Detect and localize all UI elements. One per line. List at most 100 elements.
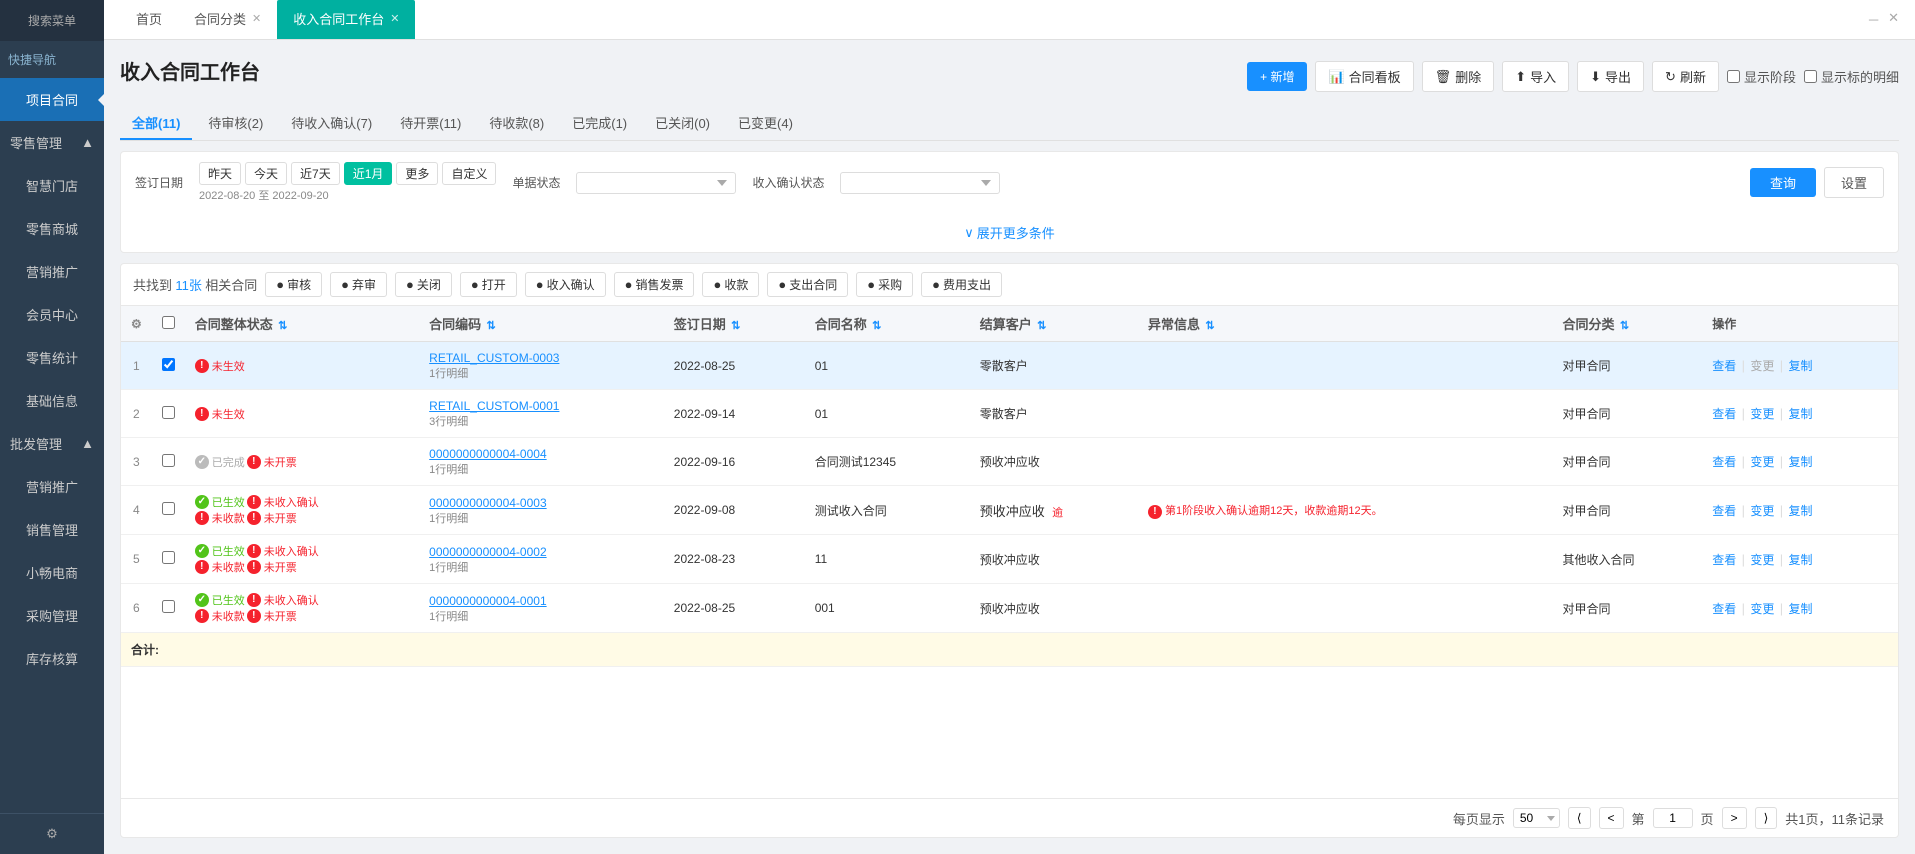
view-link[interactable]: 查看 — [1712, 455, 1736, 469]
contract-link[interactable]: 0000000000004-0003 — [429, 496, 546, 510]
status-tab-all[interactable]: 全部(11) — [120, 107, 192, 140]
delete-button[interactable]: 🗑 删除 — [1422, 61, 1495, 92]
show-fields-toggle[interactable]: 显示阶段 — [1727, 67, 1796, 86]
table-scroll[interactable]: ⚙ 合同整体状态 ⇅ 合同编码 ⇅ 签订日期 — [121, 306, 1898, 798]
row-checkbox-cell[interactable] — [152, 486, 185, 535]
sidebar-item-retail-stat[interactable]: 零售统计 — [0, 336, 104, 379]
change-link[interactable]: 变更 — [1750, 553, 1774, 567]
status-tab-pending-payment[interactable]: 待收款(8) — [477, 107, 556, 140]
last-page-btn[interactable]: ⟩ — [1755, 807, 1778, 829]
sidebar-item-sales-mgmt[interactable]: 销售管理 — [0, 508, 104, 551]
date-btn-custom[interactable]: 自定义 — [442, 162, 496, 185]
expense-contract-btn[interactable]: ● 支出合同 — [767, 272, 848, 297]
sort-error-info[interactable]: ⇅ — [1205, 320, 1214, 332]
export-button[interactable]: ⬇ 导出 — [1577, 61, 1644, 92]
view-link[interactable]: 查看 — [1712, 553, 1736, 567]
date-btn-1month[interactable]: 近1月 — [344, 162, 393, 185]
status-tab-completed[interactable]: 已完成(1) — [560, 107, 639, 140]
per-page-select[interactable]: 50 20 100 — [1513, 808, 1560, 828]
minimize-button[interactable]: － — [1867, 10, 1880, 29]
sidebar-nav[interactable]: 快捷导航 — [0, 41, 104, 78]
row-checkbox-cell[interactable] — [152, 535, 185, 584]
view-link[interactable]: 查看 — [1712, 504, 1736, 518]
change-link[interactable]: 变更 — [1750, 602, 1774, 616]
close-btn[interactable]: ● 关闭 — [395, 272, 452, 297]
date-btn-yesterday[interactable]: 昨天 — [199, 162, 241, 185]
contract-link[interactable]: RETAIL_CUSTOM-0003 — [429, 351, 559, 365]
sales-invoice-btn[interactable]: ● 销售发票 — [614, 272, 695, 297]
sidebar-item-project[interactable]: 项目合同 — [0, 78, 104, 121]
query-button[interactable]: 查询 — [1750, 168, 1816, 197]
sidebar-item-basic-info[interactable]: 基础信息 — [0, 379, 104, 422]
prev-page-btn[interactable]: < — [1599, 807, 1624, 829]
purchase-btn[interactable]: ● 采购 — [856, 272, 913, 297]
copy-link[interactable]: 复制 — [1788, 553, 1812, 567]
close-button[interactable]: ✕ — [1888, 10, 1899, 29]
sidebar-item-smart-store[interactable]: 智慧门店 — [0, 164, 104, 207]
table-settings-icon[interactable]: ⚙ — [121, 306, 152, 342]
income-confirm-select[interactable] — [840, 172, 1000, 194]
sidebar-item-wholesale-mgmt[interactable]: 批发管理 ▲ — [0, 422, 104, 465]
contract-link[interactable]: 0000000000004-0001 — [429, 594, 546, 608]
expand-more-btn[interactable]: ∨ 展开更多条件 — [964, 223, 1055, 242]
abandon-review-btn[interactable]: ● 弃审 — [330, 272, 387, 297]
doc-status-select[interactable] — [576, 172, 736, 194]
sort-sign-date[interactable]: ⇅ — [731, 320, 740, 332]
status-tab-pending-invoice[interactable]: 待开票(11) — [388, 107, 473, 140]
view-link[interactable]: 查看 — [1712, 407, 1736, 421]
sidebar-item-member[interactable]: 会员中心 — [0, 293, 104, 336]
next-page-btn[interactable]: > — [1722, 807, 1747, 829]
change-link[interactable]: 变更 — [1750, 504, 1774, 518]
tab-contract-cat-close[interactable]: ✕ — [252, 12, 261, 25]
status-tab-pending-review[interactable]: 待审核(2) — [196, 107, 275, 140]
select-all-checkbox[interactable] — [162, 316, 175, 329]
row-checkbox-cell[interactable] — [152, 342, 185, 390]
sidebar-item-purchase[interactable]: 采购管理 — [0, 594, 104, 637]
date-btn-more[interactable]: 更多 — [396, 162, 438, 185]
sidebar-item-retail-mall[interactable]: 零售商城 — [0, 207, 104, 250]
review-btn[interactable]: ● 审核 — [265, 272, 322, 297]
tab-income-workbench-close[interactable]: ✕ — [390, 12, 399, 25]
sort-contract-status[interactable]: ⇅ — [278, 320, 287, 332]
view-link[interactable]: 查看 — [1712, 359, 1736, 373]
sort-contract-name[interactable]: ⇅ — [872, 320, 881, 332]
sidebar-settings[interactable]: ⚙ — [0, 813, 104, 854]
status-tab-pending-confirm[interactable]: 待收入确认(7) — [279, 107, 384, 140]
status-tab-closed[interactable]: 已关闭(0) — [643, 107, 722, 140]
sidebar-item-retail-mgmt[interactable]: 零售管理 ▲ — [0, 121, 104, 164]
expense-out-btn[interactable]: ● 费用支出 — [921, 272, 1002, 297]
income-confirm-btn[interactable]: ● 收入确认 — [525, 272, 606, 297]
row-checkbox-cell[interactable] — [152, 584, 185, 633]
contract-board-button[interactable]: 📊 合同看板 — [1315, 61, 1413, 92]
tab-home[interactable]: 首页 — [120, 0, 178, 39]
tab-contract-cat[interactable]: 合同分类 ✕ — [178, 0, 277, 39]
sidebar-search[interactable]: 搜索菜单 — [0, 0, 104, 41]
sort-contract-code[interactable]: ⇅ — [487, 320, 496, 332]
row-checkbox-cell[interactable] — [152, 438, 185, 486]
sidebar-item-ecommerce[interactable]: 小畅电商 — [0, 551, 104, 594]
copy-link[interactable]: 复制 — [1788, 602, 1812, 616]
sidebar-item-marketing2[interactable]: 营销推广 — [0, 465, 104, 508]
import-button[interactable]: ⬆ 导入 — [1502, 61, 1569, 92]
sort-category[interactable]: ⇅ — [1620, 320, 1629, 332]
change-link[interactable]: 变更 — [1750, 455, 1774, 469]
date-btn-today[interactable]: 今天 — [245, 162, 287, 185]
sidebar-item-inventory[interactable]: 库存核算 — [0, 637, 104, 680]
header-checkbox-cell[interactable] — [152, 306, 185, 342]
date-btn-7days[interactable]: 近7天 — [291, 162, 340, 185]
sidebar-item-marketing[interactable]: 营销推广 — [0, 250, 104, 293]
payment-btn[interactable]: ● 收款 — [702, 272, 759, 297]
first-page-btn[interactable]: ⟨ — [1568, 807, 1591, 829]
status-tab-changed[interactable]: 已变更(4) — [726, 107, 805, 140]
contract-link[interactable]: 0000000000004-0004 — [429, 447, 546, 461]
row-checkbox-cell[interactable] — [152, 390, 185, 438]
show-detail-toggle[interactable]: 显示标的明细 — [1804, 67, 1899, 86]
refresh-button[interactable]: ↻ 刷新 — [1652, 61, 1719, 92]
contract-link[interactable]: RETAIL_CUSTOM-0001 — [429, 399, 559, 413]
sort-customer[interactable]: ⇅ — [1037, 320, 1046, 332]
contract-link[interactable]: 0000000000004-0002 — [429, 545, 546, 559]
copy-link[interactable]: 复制 — [1788, 455, 1812, 469]
tab-income-workbench[interactable]: 收入合同工作台 ✕ — [277, 0, 415, 39]
open-btn[interactable]: ● 打开 — [460, 272, 517, 297]
copy-link[interactable]: 复制 — [1788, 407, 1812, 421]
